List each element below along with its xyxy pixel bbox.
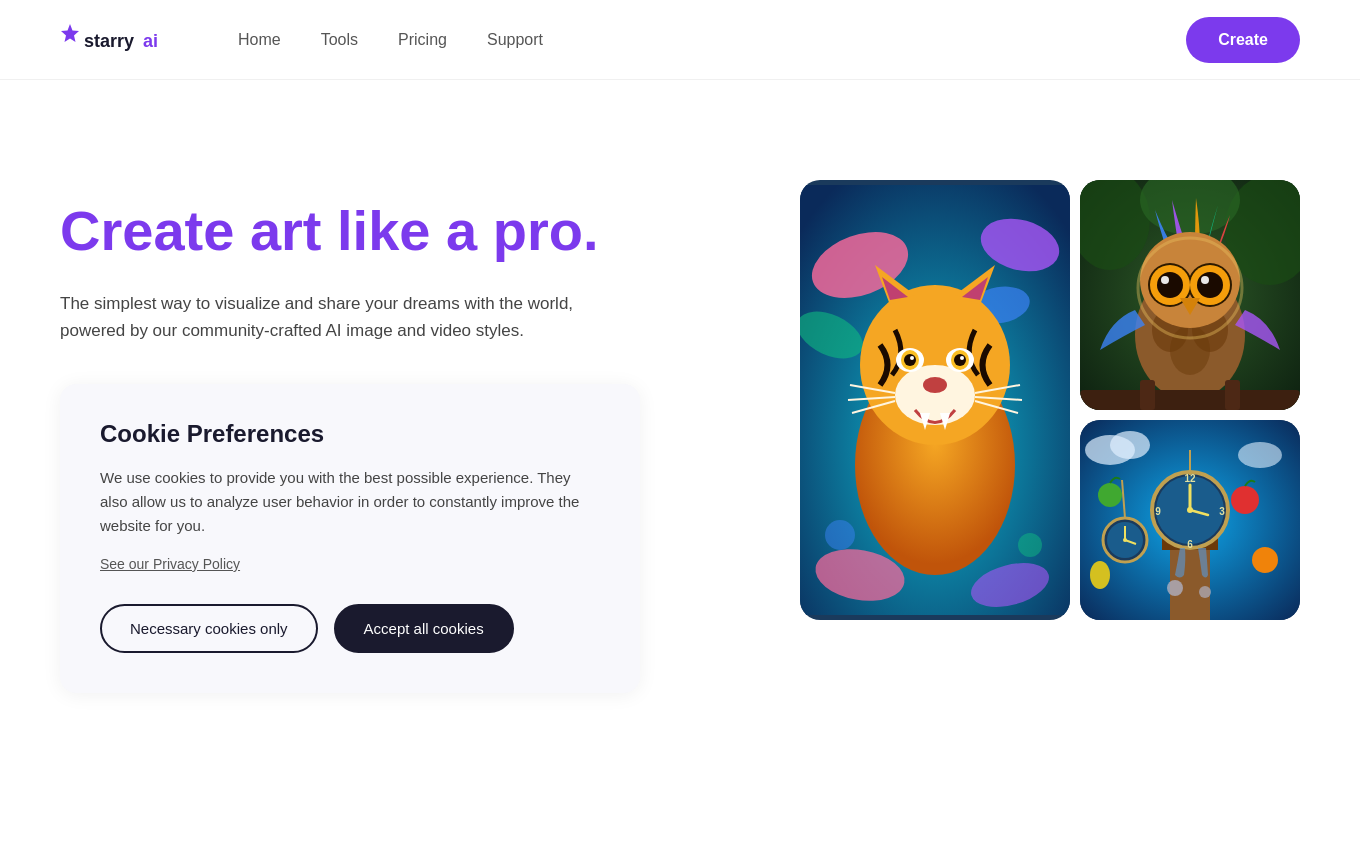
svg-point-78: [1123, 538, 1127, 542]
svg-text:3: 3: [1219, 506, 1225, 517]
svg-rect-56: [1140, 380, 1155, 410]
svg-point-86: [1199, 586, 1211, 598]
svg-point-17: [954, 354, 966, 366]
owl-image: [1080, 180, 1300, 410]
svg-point-84: [1090, 561, 1110, 589]
tiger-image: [800, 180, 1070, 620]
nav-link-support[interactable]: Support: [487, 31, 543, 48]
nav-links: Home Tools Pricing Support: [238, 31, 543, 49]
svg-text:starry: starry: [84, 31, 134, 51]
create-button[interactable]: Create: [1186, 17, 1300, 63]
hero-images: 12 3 6 9: [800, 180, 1300, 620]
navbar: starry ai Home Tools Pricing Support Cre…: [0, 0, 1360, 80]
svg-text:9: 9: [1155, 506, 1161, 517]
svg-point-33: [1018, 533, 1042, 557]
hero-title: Create art like a pro.: [60, 200, 640, 262]
nav-item-home[interactable]: Home: [238, 31, 281, 49]
hero-left: Create art like a pro. The simplest way …: [60, 160, 640, 693]
svg-point-11: [923, 377, 947, 393]
nav-item-pricing[interactable]: Pricing: [398, 31, 447, 49]
accept-all-cookies-button[interactable]: Accept all cookies: [334, 604, 514, 653]
svg-text:6: 6: [1187, 539, 1193, 550]
necessary-cookies-button[interactable]: Necessary cookies only: [100, 604, 318, 653]
nav-item-tools[interactable]: Tools: [321, 31, 358, 49]
svg-marker-0: [61, 24, 79, 42]
svg-point-81: [1231, 486, 1259, 514]
cookie-preferences-card: Cookie Preferences We use cookies to pro…: [60, 384, 640, 693]
logo[interactable]: starry ai: [60, 22, 190, 58]
privacy-policy-link[interactable]: See our Privacy Policy: [100, 556, 600, 572]
svg-point-18: [910, 356, 914, 360]
svg-point-19: [960, 356, 964, 360]
svg-point-61: [1238, 442, 1282, 468]
cookie-buttons: Necessary cookies only Accept all cookie…: [100, 604, 600, 653]
svg-point-50: [1197, 272, 1223, 298]
svg-rect-55: [1080, 390, 1300, 410]
svg-point-16: [904, 354, 916, 366]
svg-text:ai: ai: [143, 31, 158, 51]
svg-point-52: [1201, 276, 1209, 284]
svg-point-85: [1167, 580, 1183, 596]
svg-point-73: [1187, 507, 1193, 513]
cookie-title: Cookie Preferences: [100, 420, 600, 448]
svg-point-10: [895, 365, 975, 425]
svg-rect-57: [1225, 380, 1240, 410]
svg-point-51: [1161, 276, 1169, 284]
hero-subtitle: The simplest way to visualize and share …: [60, 290, 580, 344]
nav-link-pricing[interactable]: Pricing: [398, 31, 447, 48]
svg-point-60: [1110, 431, 1150, 459]
svg-point-83: [1252, 547, 1278, 573]
clock-image: 12 3 6 9: [1080, 420, 1300, 620]
hero-section: Create art like a pro. The simplest way …: [0, 80, 1360, 753]
nav-link-home[interactable]: Home: [238, 31, 281, 48]
svg-point-82: [1098, 483, 1122, 507]
nav-link-tools[interactable]: Tools: [321, 31, 358, 48]
svg-point-32: [825, 520, 855, 550]
svg-point-43: [1170, 325, 1210, 375]
svg-point-49: [1157, 272, 1183, 298]
cookie-description: We use cookies to provide you with the b…: [100, 466, 600, 538]
nav-item-support[interactable]: Support: [487, 31, 543, 49]
